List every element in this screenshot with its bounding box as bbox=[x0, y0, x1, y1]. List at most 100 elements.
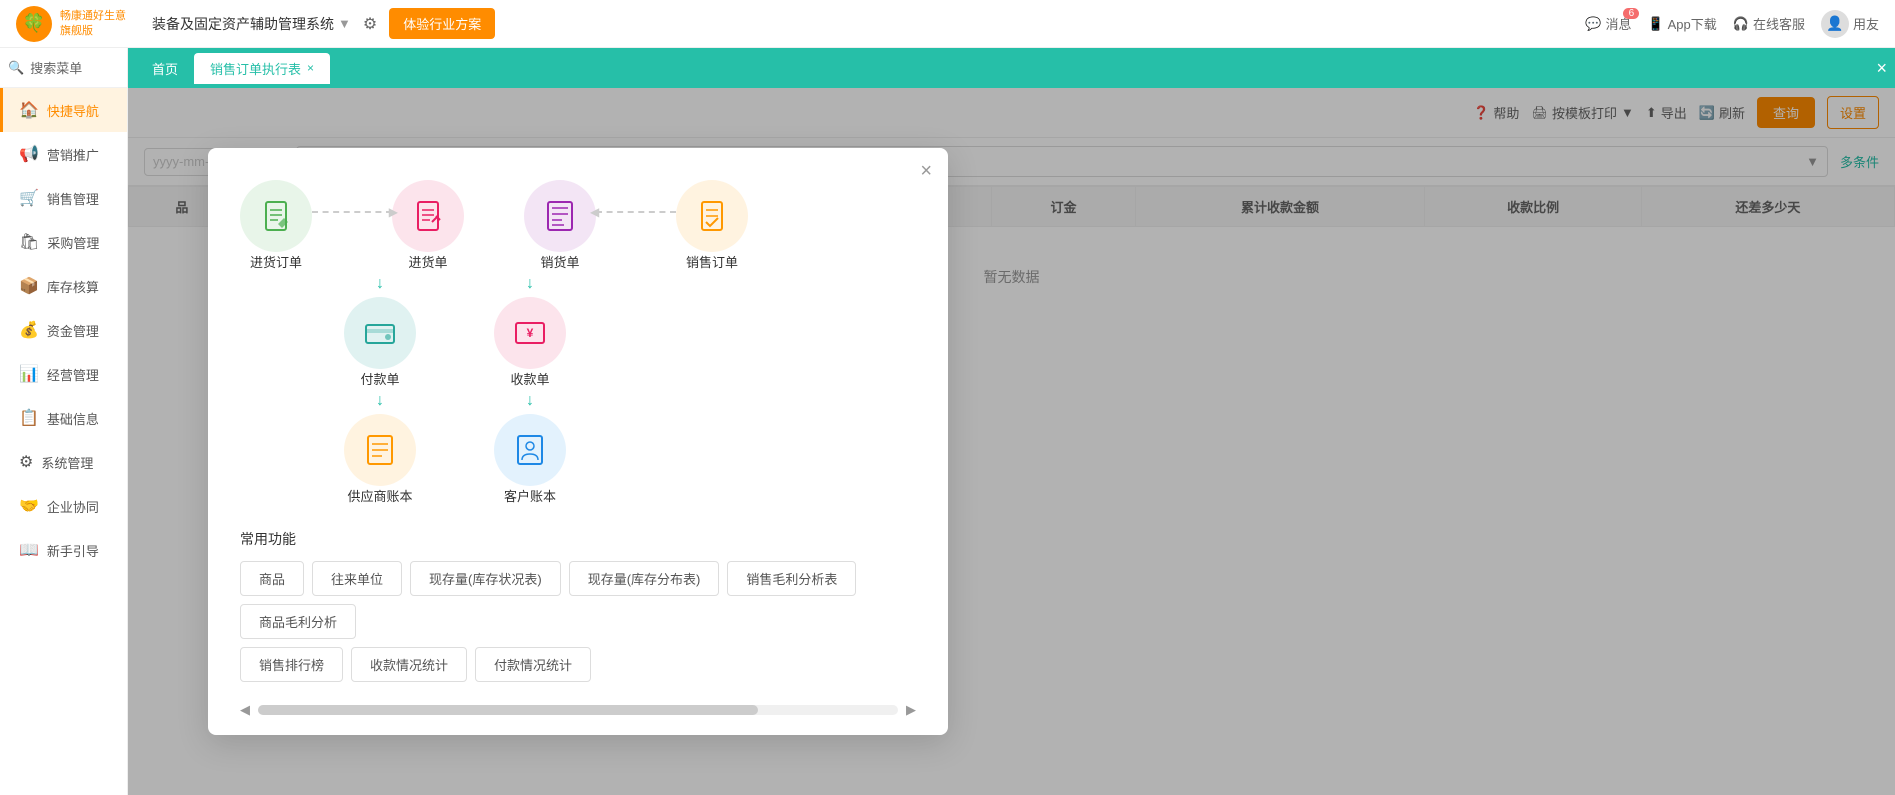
tab-bar: 首页 销售订单执行表 × × bbox=[128, 48, 1895, 88]
home-icon: 🏠 bbox=[19, 100, 39, 120]
modal-close-btn[interactable]: × bbox=[920, 160, 932, 183]
receipt-node[interactable]: ¥ 收款单 bbox=[494, 297, 566, 388]
newbie-icon: 📖 bbox=[19, 540, 39, 560]
sidebar-item-sales[interactable]: 🛒 销售管理 bbox=[0, 176, 127, 220]
supplier-account-node[interactable]: 供应商账本 bbox=[344, 414, 416, 505]
scroll-right-icon[interactable]: ▶ bbox=[906, 702, 916, 718]
tab-bar-close[interactable]: × bbox=[1876, 58, 1887, 79]
sales-bill-node[interactable]: 销货单 bbox=[524, 180, 596, 271]
scrollbar-track[interactable] bbox=[258, 705, 898, 715]
logo-text: 畅康通好生意 旗舰版 bbox=[60, 9, 126, 38]
modal-dialog: × 进货订 bbox=[208, 148, 948, 735]
purchase-order-icon bbox=[240, 180, 312, 252]
scroll-left-icon[interactable]: ◀ bbox=[240, 702, 250, 718]
common-btn-stock-status[interactable]: 现存量(库存状况表) bbox=[410, 561, 561, 596]
page-content: ❓ 帮助 🖨 按模板打印 ▼ ⬆ 导出 🔄 bbox=[128, 88, 1895, 795]
basic-icon: 📋 bbox=[19, 408, 39, 428]
receipt-label: 收款单 bbox=[510, 369, 549, 388]
avatar: 👤 bbox=[1821, 10, 1849, 38]
logo-icon: 🍀 bbox=[16, 6, 52, 42]
tab-home[interactable]: 首页 bbox=[136, 53, 194, 84]
common-btn-product-margin[interactable]: 商品毛利分析 bbox=[240, 604, 356, 639]
sales-icon: 🛒 bbox=[19, 188, 39, 208]
supplier-account-icon bbox=[344, 414, 416, 486]
flow-diagram: 进货订单 ▶ bbox=[240, 180, 916, 505]
sales-order-node[interactable]: 销售订单 bbox=[676, 180, 748, 271]
top-bar: 🍀 畅康通好生意 旗舰版 装备及固定资产辅助管理系统 ▼ ⚙ 体验行业方案 💬 … bbox=[0, 0, 1895, 48]
sidebar-item-quick-nav[interactable]: 🏠 快捷导航 bbox=[0, 88, 127, 132]
app-download-btn[interactable]: 📱 App下载 bbox=[1647, 14, 1716, 33]
sidebar-item-inventory[interactable]: 📦 库存核算 bbox=[0, 264, 127, 308]
common-functions-title: 常用功能 bbox=[240, 529, 916, 549]
search-menu-btn[interactable]: 🔍 搜索菜单 bbox=[0, 48, 127, 88]
sales-bill-icon bbox=[524, 180, 596, 252]
sidebar-item-operation[interactable]: 📊 经营管理 bbox=[0, 352, 127, 396]
customer-account-node[interactable]: 客户账本 bbox=[494, 414, 566, 505]
operation-icon: 📊 bbox=[19, 364, 39, 384]
common-btn-sales-rank[interactable]: 销售排行榜 bbox=[240, 647, 343, 682]
payment-icon bbox=[344, 297, 416, 369]
common-buttons-row2: 销售排行榜 收款情况统计 付款情况统计 bbox=[240, 647, 916, 682]
inventory-icon: 📦 bbox=[19, 276, 39, 296]
sidebar-item-cooperation[interactable]: 🤝 企业协同 bbox=[0, 484, 127, 528]
common-btn-receipt-stats[interactable]: 收款情况统计 bbox=[351, 647, 467, 682]
content-area: 首页 销售订单执行表 × × ❓ 帮助 bbox=[128, 48, 1895, 795]
system-title: 装备及固定资产辅助管理系统 bbox=[152, 14, 334, 34]
tab-close-icon[interactable]: × bbox=[307, 61, 314, 75]
payment-node[interactable]: 付款单 bbox=[344, 297, 416, 388]
sidebar-item-basic-info[interactable]: 📋 基础信息 bbox=[0, 396, 127, 440]
marketing-icon: 📢 bbox=[19, 144, 39, 164]
message-btn[interactable]: 💬 消息 6 bbox=[1585, 14, 1631, 33]
common-buttons-row1: 商品 往来单位 现存量(库存状况表) 现存量(库存分布表) 销售毛利分析表 商品… bbox=[240, 561, 916, 639]
sidebar-item-marketing[interactable]: 📢 营销推广 bbox=[0, 132, 127, 176]
purchase-bill-node[interactable]: 进货单 bbox=[392, 180, 464, 271]
download-icon: 📱 bbox=[1647, 16, 1663, 32]
common-btn-payment-stats[interactable]: 付款情况统计 bbox=[475, 647, 591, 682]
finance-icon: 💰 bbox=[19, 320, 39, 340]
logo-area: 🍀 畅康通好生意 旗舰版 bbox=[16, 6, 144, 42]
purchase-order-label: 进货订单 bbox=[250, 252, 302, 271]
customer-account-label: 客户账本 bbox=[504, 486, 556, 505]
main-area: 🔍 搜索菜单 🏠 快捷导航 📢 营销推广 🛒 销售管理 🛍 采购管理 📦 bbox=[0, 48, 1895, 795]
app-container: 🍀 畅康通好生意 旗舰版 装备及固定资产辅助管理系统 ▼ ⚙ 体验行业方案 💬 … bbox=[0, 0, 1895, 795]
supplier-account-label: 供应商账本 bbox=[347, 486, 412, 505]
top-right: 💬 消息 6 📱 App下载 🎧 在线客服 👤 用友 bbox=[1585, 10, 1879, 38]
receipt-icon: ¥ bbox=[494, 297, 566, 369]
sales-bill-label: 销货单 bbox=[540, 252, 579, 271]
sidebar-item-finance[interactable]: 💰 资金管理 bbox=[0, 308, 127, 352]
scrollbar-thumb bbox=[258, 705, 758, 715]
sidebar-item-newbie[interactable]: 📖 新手引导 bbox=[0, 528, 127, 572]
common-btn-sales-margin[interactable]: 销售毛利分析表 bbox=[727, 561, 856, 596]
purchase-order-node[interactable]: 进货订单 bbox=[240, 180, 312, 271]
cooperation-icon: 🤝 bbox=[19, 496, 39, 516]
svg-text:¥: ¥ bbox=[527, 326, 534, 340]
sales-order-icon bbox=[676, 180, 748, 252]
sidebar-item-system[interactable]: ⚙ 系统管理 bbox=[0, 440, 127, 484]
trial-button[interactable]: 体验行业方案 bbox=[389, 8, 495, 39]
search-icon: 🔍 bbox=[8, 60, 24, 76]
settings-icon[interactable]: ⚙ bbox=[363, 14, 377, 34]
common-functions-section: 常用功能 商品 往来单位 现存量(库存状况表) 现存量(库存分布表) 销售毛利分… bbox=[240, 529, 916, 682]
payment-label: 付款单 bbox=[360, 369, 399, 388]
service-icon: 🎧 bbox=[1733, 16, 1749, 32]
scroll-row: ◀ ▶ bbox=[240, 702, 916, 718]
user-menu[interactable]: 👤 用友 bbox=[1821, 10, 1879, 38]
sidebar: 🔍 搜索菜单 🏠 快捷导航 📢 营销推广 🛒 销售管理 🛍 采购管理 📦 bbox=[0, 48, 128, 795]
system-icon: ⚙ bbox=[19, 452, 33, 472]
purchase-icon: 🛍 bbox=[19, 232, 39, 252]
sidebar-item-purchase[interactable]: 🛍 采购管理 bbox=[0, 220, 127, 264]
common-btn-product[interactable]: 商品 bbox=[240, 561, 304, 596]
tab-sales-order[interactable]: 销售订单执行表 × bbox=[194, 53, 330, 84]
online-service-btn[interactable]: 🎧 在线客服 bbox=[1733, 14, 1805, 33]
purchase-bill-label: 进货单 bbox=[408, 252, 447, 271]
modal-scrollbar: ◀ ▶ bbox=[240, 702, 916, 718]
message-badge: 6 bbox=[1623, 8, 1639, 19]
dropdown-icon[interactable]: ▼ bbox=[338, 16, 351, 31]
message-icon: 💬 bbox=[1585, 16, 1601, 32]
common-btn-counterpart[interactable]: 往来单位 bbox=[312, 561, 402, 596]
modal-overlay: × 进货订 bbox=[128, 88, 1895, 795]
customer-account-icon bbox=[494, 414, 566, 486]
common-btn-stock-dist[interactable]: 现存量(库存分布表) bbox=[569, 561, 720, 596]
sales-order-label: 销售订单 bbox=[686, 252, 738, 271]
purchase-bill-icon bbox=[392, 180, 464, 252]
